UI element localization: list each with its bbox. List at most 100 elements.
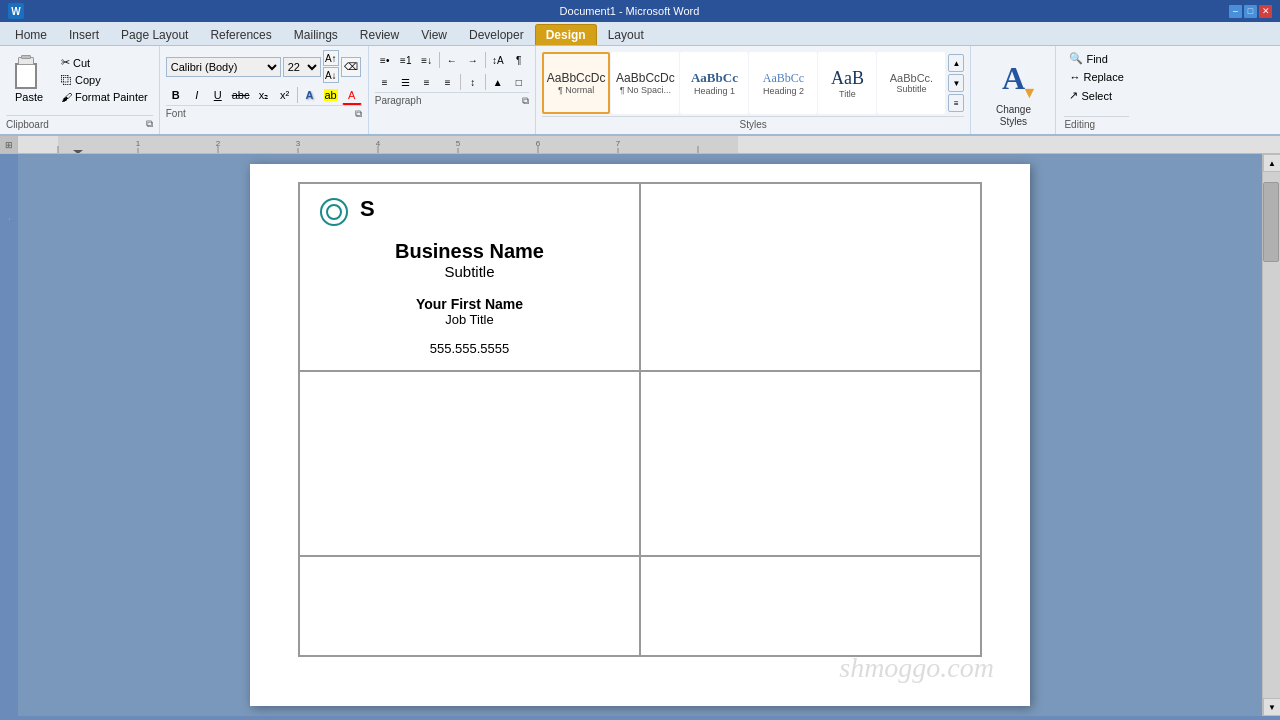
clipboard-expand-icon[interactable]: ⧉ [146, 118, 153, 130]
text-effects-button[interactable]: A [300, 85, 320, 105]
document-scroll-area[interactable]: S Business Name Subtitle Your First Name… [18, 154, 1262, 716]
card-phone: 555.555.5555 [318, 341, 621, 356]
shading-button[interactable]: ▲ [488, 72, 508, 92]
decrease-font-size-button[interactable]: A↓ [323, 67, 339, 83]
tab-mailings[interactable]: Mailings [283, 24, 349, 45]
ribbon: Paste ✂ Cut ⿻ Copy 🖌 Format Painter Clip… [0, 46, 1280, 136]
tab-review[interactable]: Review [349, 24, 410, 45]
bold-button[interactable]: B [166, 85, 186, 105]
divider4 [485, 74, 486, 90]
find-button[interactable]: 🔍 Find [1064, 50, 1128, 67]
card-cell-mid-left [299, 371, 640, 556]
increase-indent-button[interactable]: → [463, 50, 483, 70]
change-styles-label: ChangeStyles [996, 104, 1031, 128]
scroll-down-button[interactable]: ▼ [1263, 698, 1280, 716]
align-center-button[interactable]: ☰ [396, 72, 416, 92]
tab-home[interactable]: Home [4, 24, 58, 45]
font-family-select[interactable]: Calibri (Body) [166, 57, 281, 77]
align-right-button[interactable]: ≡ [417, 72, 437, 92]
vertical-scrollbar[interactable]: ▲ ▼ [1262, 154, 1280, 716]
paste-button[interactable]: Paste [6, 50, 52, 115]
borders-button[interactable]: □ [509, 72, 529, 92]
font-row2: B I U abc x₂ x² A ab A [166, 85, 362, 105]
multilevel-list-button[interactable]: ≡↓ [417, 50, 437, 70]
card-cell-bot-right [640, 556, 981, 656]
styles-scroll-up-button[interactable]: ▲ [948, 54, 964, 72]
styles-content: AaBbCcDc ¶ Normal AaBbCcDc ¶ No Spaci...… [542, 50, 965, 116]
scroll-up-button[interactable]: ▲ [1263, 154, 1280, 172]
style-button-subtitle[interactable]: AaBbCc. Subtitle [877, 52, 945, 114]
increase-font-size-button[interactable]: A↑ [323, 50, 339, 66]
tab-pagelayout[interactable]: Page Layout [110, 24, 199, 45]
line-spacing-button[interactable]: ↕ [463, 72, 483, 92]
find-icon: 🔍 [1069, 52, 1083, 65]
font-row1: Calibri (Body) 22 A↑ A↓ ⌫ [166, 50, 362, 83]
tab-developer[interactable]: Developer [458, 24, 535, 45]
scroll-track[interactable] [1263, 172, 1280, 698]
copy-button[interactable]: ⿻ Copy [56, 72, 153, 88]
decrease-indent-button[interactable]: ← [442, 50, 462, 70]
left-panel: · [0, 154, 18, 716]
copy-icon: ⿻ [61, 74, 72, 86]
italic-button[interactable]: I [187, 85, 207, 105]
svg-text:4: 4 [376, 139, 381, 148]
card-job-title: Job Title [318, 312, 621, 327]
card-subtitle-text: Subtitle [318, 263, 621, 280]
tab-layout[interactable]: Layout [597, 24, 655, 45]
svg-text:1: 1 [136, 139, 141, 148]
numbering-button[interactable]: ≡1 [396, 50, 416, 70]
clipboard-content: Paste ✂ Cut ⿻ Copy 🖌 Format Painter [6, 50, 153, 115]
format-painter-button[interactable]: 🖌 Format Painter [56, 89, 153, 105]
cut-button[interactable]: ✂ Cut [56, 54, 153, 71]
subscript-button[interactable]: x₂ [254, 85, 274, 105]
minimize-button[interactable]: – [1229, 5, 1242, 18]
card-logo-inner [326, 204, 342, 220]
ruler-corner-button[interactable]: ⊞ [0, 136, 18, 154]
tab-insert[interactable]: Insert [58, 24, 110, 45]
clear-formatting-button[interactable]: ⌫ [341, 57, 361, 77]
style-button-heading1[interactable]: AaBbCc Heading 1 [680, 52, 748, 114]
scroll-thumb[interactable] [1263, 182, 1279, 262]
styles-scroll-down-button[interactable]: ▼ [948, 74, 964, 92]
change-styles-button[interactable]: A ▼ [989, 52, 1037, 104]
ruler-svg: 1 2 3 4 5 6 7 [18, 136, 1280, 153]
font-size-select[interactable]: 22 [283, 57, 321, 77]
para-row2: ≡ ☰ ≡ ≡ ↕ ▲ □ [375, 72, 529, 92]
style-button-heading2[interactable]: AaBbCc Heading 2 [749, 52, 817, 114]
style-button-title[interactable]: AaB Title [818, 52, 876, 114]
font-expand-icon[interactable]: ⧉ [355, 108, 362, 120]
font-group-label: Font ⧉ [166, 105, 362, 120]
left-marker: · [4, 218, 14, 221]
strikethrough-button[interactable]: abc [229, 85, 253, 105]
align-left-button[interactable]: ≡ [375, 72, 395, 92]
select-icon: ↗ [1069, 89, 1078, 102]
justify-button[interactable]: ≡ [438, 72, 458, 92]
tab-references[interactable]: References [199, 24, 282, 45]
font-color-button[interactable]: A [342, 85, 362, 105]
paragraph-expand-icon[interactable]: ⧉ [522, 95, 529, 107]
style-no-spacing-preview: AaBbCcDc [616, 71, 675, 85]
style-heading1-label: Heading 1 [694, 86, 735, 96]
styles-more-button[interactable]: ≡ [948, 94, 964, 112]
maximize-button[interactable]: □ [1244, 5, 1257, 18]
paste-icon [11, 53, 47, 91]
styles-scroll-buttons: ▲ ▼ ≡ [948, 54, 964, 112]
font-size-buttons: A↑ A↓ [323, 50, 339, 83]
scissors-icon: ✂ [61, 56, 70, 69]
style-normal-preview: AaBbCcDc [547, 71, 606, 85]
replace-button[interactable]: ↔ Replace [1064, 69, 1128, 85]
superscript-button[interactable]: x² [275, 85, 295, 105]
svg-text:2: 2 [216, 139, 221, 148]
highlight-color-button[interactable]: ab [321, 85, 341, 105]
style-button-no-spacing[interactable]: AaBbCcDc ¶ No Spaci... [611, 52, 679, 114]
select-button[interactable]: ↗ Select [1064, 87, 1128, 104]
underline-button[interactable]: U [208, 85, 228, 105]
style-button-normal[interactable]: AaBbCcDc ¶ Normal [542, 52, 611, 114]
sort-button[interactable]: ↕A [488, 50, 508, 70]
bullets-button[interactable]: ≡• [375, 50, 395, 70]
paste-label: Paste [15, 91, 43, 103]
show-marks-button[interactable]: ¶ [509, 50, 529, 70]
tab-design[interactable]: Design [535, 24, 597, 45]
tab-view[interactable]: View [410, 24, 458, 45]
close-button[interactable]: ✕ [1259, 5, 1272, 18]
